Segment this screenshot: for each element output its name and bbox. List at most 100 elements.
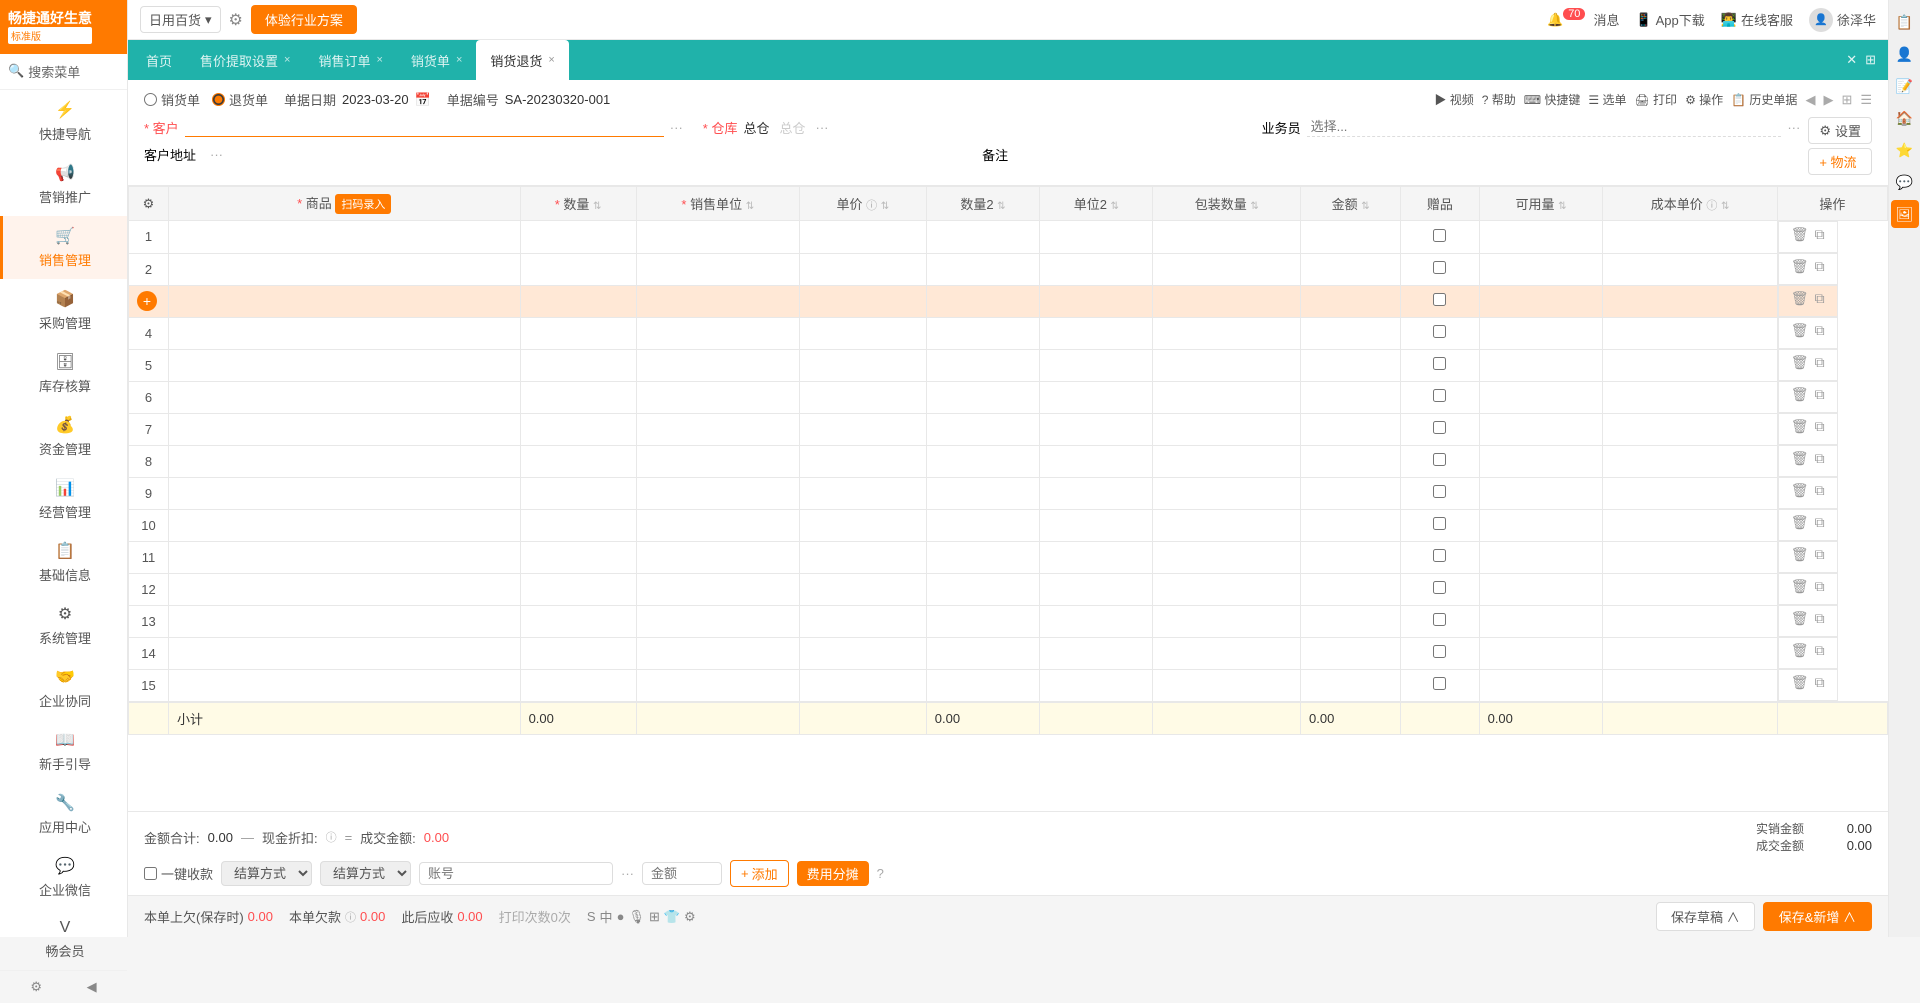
right-panel-icon-7[interactable]: 🖼 [1891, 200, 1919, 228]
date-value[interactable]: 2023-03-20 [342, 92, 409, 107]
delete-icon[interactable]: 🗑 [1791, 450, 1809, 472]
sidebar-search[interactable]: 🔍 搜索菜单 [0, 54, 127, 90]
copy-icon[interactable]: ⧉ [1815, 610, 1825, 632]
delete-icon[interactable]: 🗑 [1791, 226, 1809, 248]
tab-sales-order-close[interactable]: × [376, 54, 382, 66]
sidebar-item-operation[interactable]: 📊 经营管理 [0, 468, 127, 531]
tab-close-all-icon[interactable]: ✕ [1846, 52, 1857, 68]
tool-icon-1[interactable]: S [587, 909, 596, 924]
delete-icon[interactable]: 🗑 [1791, 610, 1809, 632]
product-cell[interactable] [169, 349, 521, 381]
tab-sales-return[interactable]: 销货退货 × [476, 40, 568, 80]
customer-input[interactable] [185, 117, 664, 137]
product-cell[interactable] [169, 605, 521, 637]
copy-icon[interactable]: ⧉ [1815, 450, 1825, 472]
product-cell[interactable] [169, 381, 521, 413]
right-panel-icon-6[interactable]: 💬 [1891, 168, 1919, 196]
sidebar-item-member[interactable]: V 畅会员 [0, 909, 127, 970]
tab-menu-icon[interactable]: ⊞ [1865, 52, 1876, 68]
tool-icon-5[interactable]: ⊞ [649, 909, 660, 925]
gift-checkbox[interactable] [1433, 485, 1446, 498]
available-sort-icon[interactable]: ⇅ [1558, 201, 1566, 212]
delete-icon[interactable]: 🗑 [1791, 482, 1809, 504]
qty-sort-icon[interactable]: ⇅ [593, 201, 601, 212]
logistics-button[interactable]: + 物流 [1808, 148, 1872, 175]
gift-checkbox[interactable] [1433, 357, 1446, 370]
discount-info-icon[interactable]: ⓘ [326, 829, 337, 845]
product-cell[interactable] [169, 317, 521, 349]
delete-icon[interactable]: 🗑 [1791, 386, 1809, 408]
sidebar-item-system[interactable]: ⚙ 系统管理 [0, 594, 127, 657]
save-draft-button[interactable]: 保存草稿 ∧ [1656, 902, 1755, 931]
video-btn[interactable]: ▶ 视频 [1434, 91, 1473, 108]
gift-checkbox[interactable] [1433, 389, 1446, 402]
right-panel-icon-5[interactable]: ⭐ [1891, 136, 1919, 164]
topbar-gear-icon[interactable]: ⚙ [229, 10, 243, 30]
product-cell[interactable] [169, 509, 521, 541]
cta-button[interactable]: 体验行业方案 [251, 5, 357, 34]
product-cell[interactable] [169, 413, 521, 445]
radio-sales-delivery[interactable]: 销货单 [144, 90, 200, 109]
fee-split-button[interactable]: 费用分摊 [797, 861, 869, 886]
gift-checkbox[interactable] [1433, 261, 1446, 274]
delete-icon[interactable]: 🗑 [1791, 418, 1809, 440]
sidebar-item-basic[interactable]: 📋 基础信息 [0, 531, 127, 594]
price-sort-icon[interactable]: ⇅ [881, 201, 889, 212]
collapse-icon[interactable]: ◀ [87, 979, 97, 995]
operation-btn[interactable]: ⚙ 操作 [1685, 91, 1723, 108]
th-gear[interactable]: ⚙ [129, 187, 169, 221]
staff-dots[interactable]: ··· [1787, 120, 1800, 135]
tool-icon-7[interactable]: ⚙ [684, 909, 696, 925]
prev-record-icon[interactable]: ◀ [1805, 92, 1815, 108]
cost-price-info-icon[interactable]: ⓘ [1706, 200, 1717, 212]
sidebar-item-appcenter[interactable]: 🔧 应用中心 [0, 783, 127, 846]
delete-icon[interactable]: 🗑 [1791, 642, 1809, 664]
help-btn[interactable]: ? 帮助 [1482, 91, 1516, 108]
gift-checkbox[interactable] [1433, 293, 1446, 306]
delete-icon[interactable]: 🗑 [1791, 354, 1809, 376]
copy-icon[interactable]: ⧉ [1815, 290, 1825, 312]
copy-icon[interactable]: ⧉ [1815, 418, 1825, 440]
copy-icon[interactable]: ⧉ [1815, 674, 1825, 696]
gift-checkbox[interactable] [1433, 325, 1446, 338]
settings-icon[interactable]: ⚙ [30, 979, 42, 995]
print-btn[interactable]: 🖨 打印 [1634, 91, 1677, 108]
right-panel-icon-4[interactable]: 🏠 [1891, 104, 1919, 132]
sidebar-item-inventory[interactable]: 🗄 库存核算 [0, 342, 127, 405]
tool-icon-2[interactable]: 中 [600, 907, 613, 926]
copy-icon[interactable]: ⧉ [1815, 354, 1825, 376]
history-btn[interactable]: 📋 历史单据 [1731, 91, 1797, 108]
copy-icon[interactable]: ⧉ [1815, 482, 1825, 504]
copy-icon[interactable]: ⧉ [1815, 578, 1825, 600]
product-cell[interactable] [169, 541, 521, 573]
sidebar-item-wechat[interactable]: 💬 企业微信 [0, 846, 127, 909]
settlement-select[interactable]: 结算方式 [221, 861, 312, 886]
tool-icon-6[interactable]: 👕 [664, 909, 680, 925]
shortcut-btn[interactable]: ⌨ 快捷键 [1524, 91, 1581, 108]
sidebar-item-newguide[interactable]: 📖 新手引导 [0, 720, 127, 783]
copy-icon[interactable]: ⧉ [1815, 514, 1825, 536]
gift-checkbox[interactable] [1433, 421, 1446, 434]
product-cell[interactable] [169, 445, 521, 477]
right-panel-icon-3[interactable]: 📝 [1891, 72, 1919, 100]
delete-icon[interactable]: 🗑 [1791, 514, 1809, 536]
delete-icon[interactable]: 🗑 [1791, 546, 1809, 568]
product-cell[interactable] [169, 637, 521, 669]
fee-split-help-icon[interactable]: ? [877, 866, 884, 881]
copy-icon[interactable]: ⧉ [1815, 322, 1825, 344]
packqty-sort-icon[interactable]: ⇅ [1250, 201, 1258, 212]
tool-icon-3[interactable]: ● [617, 909, 625, 924]
product-cell[interactable] [169, 285, 521, 317]
product-cell[interactable] [169, 669, 521, 702]
delete-icon[interactable]: 🗑 [1791, 290, 1809, 312]
gift-checkbox[interactable] [1433, 581, 1446, 594]
sidebar-item-marketing[interactable]: 📢 营销推广 [0, 153, 127, 216]
company-selector[interactable]: 日用百货 ▾ [140, 6, 221, 33]
gift-checkbox[interactable] [1433, 645, 1446, 658]
tool-icon-4[interactable]: 🎙 [628, 909, 645, 925]
delete-icon[interactable]: 🗑 [1791, 258, 1809, 280]
gift-checkbox[interactable] [1433, 453, 1446, 466]
tab-sales-return-close[interactable]: × [548, 54, 554, 66]
product-input[interactable] [177, 294, 512, 309]
unit-price-info-icon[interactable]: ⓘ [866, 200, 877, 212]
